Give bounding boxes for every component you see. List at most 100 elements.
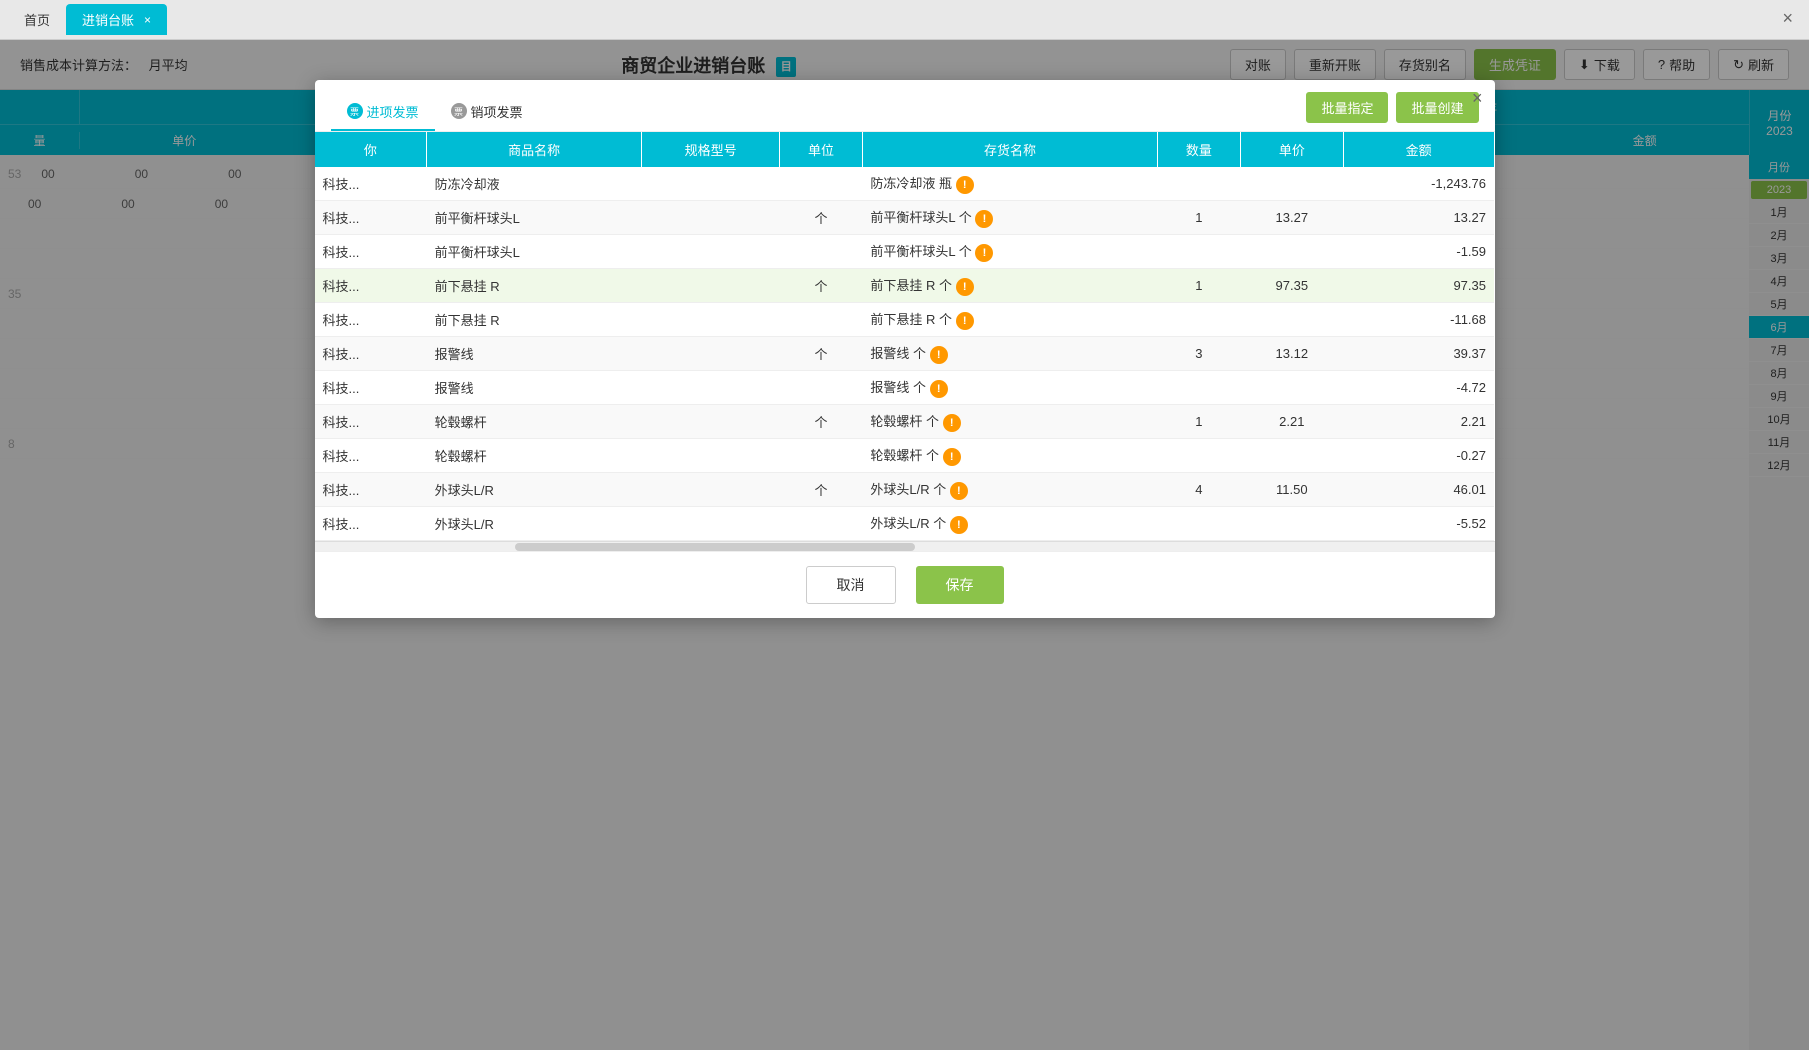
cell-unit <box>780 167 863 201</box>
cell-stock: 报警线 个 ! <box>862 337 1157 371</box>
warning-icon: ! <box>943 414 961 432</box>
cell-qty: 4 <box>1157 473 1240 507</box>
cell-stock: 前下悬挂 R 个 ! <box>862 269 1157 303</box>
cell-spec <box>642 269 780 303</box>
cell-stock: 报警线 个 ! <box>862 371 1157 405</box>
cell-company: 科技... <box>315 439 427 473</box>
cell-unit <box>780 235 863 269</box>
invoice-table: 你 商品名称 规格型号 单位 存货名称 数量 单价 金额 科技... 防冻冷却液 <box>315 132 1495 541</box>
cell-price: 11.50 <box>1240 473 1343 507</box>
cell-product: 前下悬挂 R <box>427 303 642 337</box>
cancel-button[interactable]: 取消 <box>806 566 896 604</box>
table-row: 科技... 防冻冷却液 防冻冷却液 瓶 ! -1,243.76 <box>315 167 1495 201</box>
warning-icon: ! <box>943 448 961 466</box>
cell-spec <box>642 439 780 473</box>
cell-qty <box>1157 507 1240 541</box>
cell-spec <box>642 303 780 337</box>
table-row: 科技... 轮毂螺杆 轮毂螺杆 个 ! -0.27 <box>315 439 1495 473</box>
col-header-amount: 金额 <box>1343 132 1494 167</box>
save-button[interactable]: 保存 <box>916 566 1004 604</box>
cell-company: 科技... <box>315 473 427 507</box>
table-row: 科技... 前平衡杆球头L 前平衡杆球头L 个 ! -1.59 <box>315 235 1495 269</box>
warning-icon: ! <box>956 176 974 194</box>
cell-company: 科技... <box>315 235 427 269</box>
cell-stock: 前平衡杆球头L 个 ! <box>862 235 1157 269</box>
warning-icon: ! <box>950 516 968 534</box>
cell-spec <box>642 337 780 371</box>
cell-spec <box>642 507 780 541</box>
cell-company: 科技... <box>315 303 427 337</box>
cell-product: 轮毂螺杆 <box>427 439 642 473</box>
cell-unit: 个 <box>780 201 863 235</box>
cell-product: 轮毂螺杆 <box>427 405 642 439</box>
cell-unit: 个 <box>780 337 863 371</box>
table-row: 科技... 报警线 报警线 个 ! -4.72 <box>315 371 1495 405</box>
cell-amount: -4.72 <box>1343 371 1494 405</box>
cell-qty: 3 <box>1157 337 1240 371</box>
cell-product: 前平衡杆球头L <box>427 235 642 269</box>
cell-price <box>1240 167 1343 201</box>
cell-company: 科技... <box>315 507 427 541</box>
modal-footer: 取消 保存 <box>315 551 1495 618</box>
warning-icon: ! <box>950 482 968 500</box>
cell-unit <box>780 439 863 473</box>
table-row: 科技... 外球头L/R 个 外球头L/R 个 ! 4 11.50 46.01 <box>315 473 1495 507</box>
tab-ledger[interactable]: 进销台账 × <box>66 4 167 35</box>
cell-price <box>1240 371 1343 405</box>
cell-amount: 39.37 <box>1343 337 1494 371</box>
warning-icon: ! <box>956 278 974 296</box>
window-close-button[interactable]: × <box>1782 8 1793 29</box>
modal-close-button[interactable]: × <box>1472 88 1483 109</box>
cell-qty: 1 <box>1157 201 1240 235</box>
warning-icon: ! <box>930 380 948 398</box>
cell-amount: -5.52 <box>1343 507 1494 541</box>
cell-price: 13.12 <box>1240 337 1343 371</box>
cell-spec <box>642 405 780 439</box>
cell-unit: 个 <box>780 269 863 303</box>
cell-qty <box>1157 303 1240 337</box>
cell-unit <box>780 507 863 541</box>
cell-stock: 轮毂螺杆 个 ! <box>862 439 1157 473</box>
modal-overlay: 票 进项发票 票 销项发票 批量指定 批量创建 × 你 <box>0 40 1809 1050</box>
cell-amount: -11.68 <box>1343 303 1494 337</box>
cell-product: 报警线 <box>427 371 642 405</box>
cell-price <box>1240 507 1343 541</box>
tab-purchase-invoice[interactable]: 票 进项发票 <box>331 94 435 131</box>
modal-header-buttons: 批量指定 批量创建 <box>1306 92 1478 131</box>
cell-product: 前平衡杆球头L <box>427 201 642 235</box>
cell-unit <box>780 371 863 405</box>
cell-spec <box>642 235 780 269</box>
cell-stock: 轮毂螺杆 个 ! <box>862 405 1157 439</box>
cell-stock: 防冻冷却液 瓶 ! <box>862 167 1157 201</box>
cell-product: 报警线 <box>427 337 642 371</box>
cell-company: 科技... <box>315 269 427 303</box>
cell-amount: -0.27 <box>1343 439 1494 473</box>
batch-create-button[interactable]: 批量创建 <box>1396 92 1478 123</box>
tab-sales-invoice[interactable]: 票 销项发票 <box>435 94 539 131</box>
cell-amount: 46.01 <box>1343 473 1494 507</box>
cell-stock: 外球头L/R 个 ! <box>862 507 1157 541</box>
tab-home[interactable]: 首页 <box>8 4 66 35</box>
table-row: 科技... 报警线 个 报警线 个 ! 3 13.12 39.37 <box>315 337 1495 371</box>
warning-icon: ! <box>975 244 993 262</box>
cell-company: 科技... <box>315 405 427 439</box>
tab-close-icon[interactable]: × <box>144 13 151 27</box>
table-row: 科技... 前下悬挂 R 前下悬挂 R 个 ! -11.68 <box>315 303 1495 337</box>
table-row: 科技... 前下悬挂 R 个 前下悬挂 R 个 ! 1 97.35 97.35 <box>315 269 1495 303</box>
cell-spec <box>642 371 780 405</box>
cell-price <box>1240 439 1343 473</box>
horizontal-scrollbar[interactable] <box>315 541 1495 551</box>
modal-body: 你 商品名称 规格型号 单位 存货名称 数量 单价 金额 科技... 防冻冷却液 <box>315 132 1495 541</box>
cell-spec <box>642 473 780 507</box>
cell-price: 97.35 <box>1240 269 1343 303</box>
cell-qty <box>1157 439 1240 473</box>
col-header-price: 单价 <box>1240 132 1343 167</box>
table-row: 科技... 轮毂螺杆 个 轮毂螺杆 个 ! 1 2.21 2.21 <box>315 405 1495 439</box>
cell-amount: 13.27 <box>1343 201 1494 235</box>
cell-amount: -1.59 <box>1343 235 1494 269</box>
batch-assign-button[interactable]: 批量指定 <box>1306 92 1388 123</box>
cell-amount: -1,243.76 <box>1343 167 1494 201</box>
scroll-thumb[interactable] <box>515 543 915 551</box>
cell-qty <box>1157 235 1240 269</box>
cell-product: 前下悬挂 R <box>427 269 642 303</box>
